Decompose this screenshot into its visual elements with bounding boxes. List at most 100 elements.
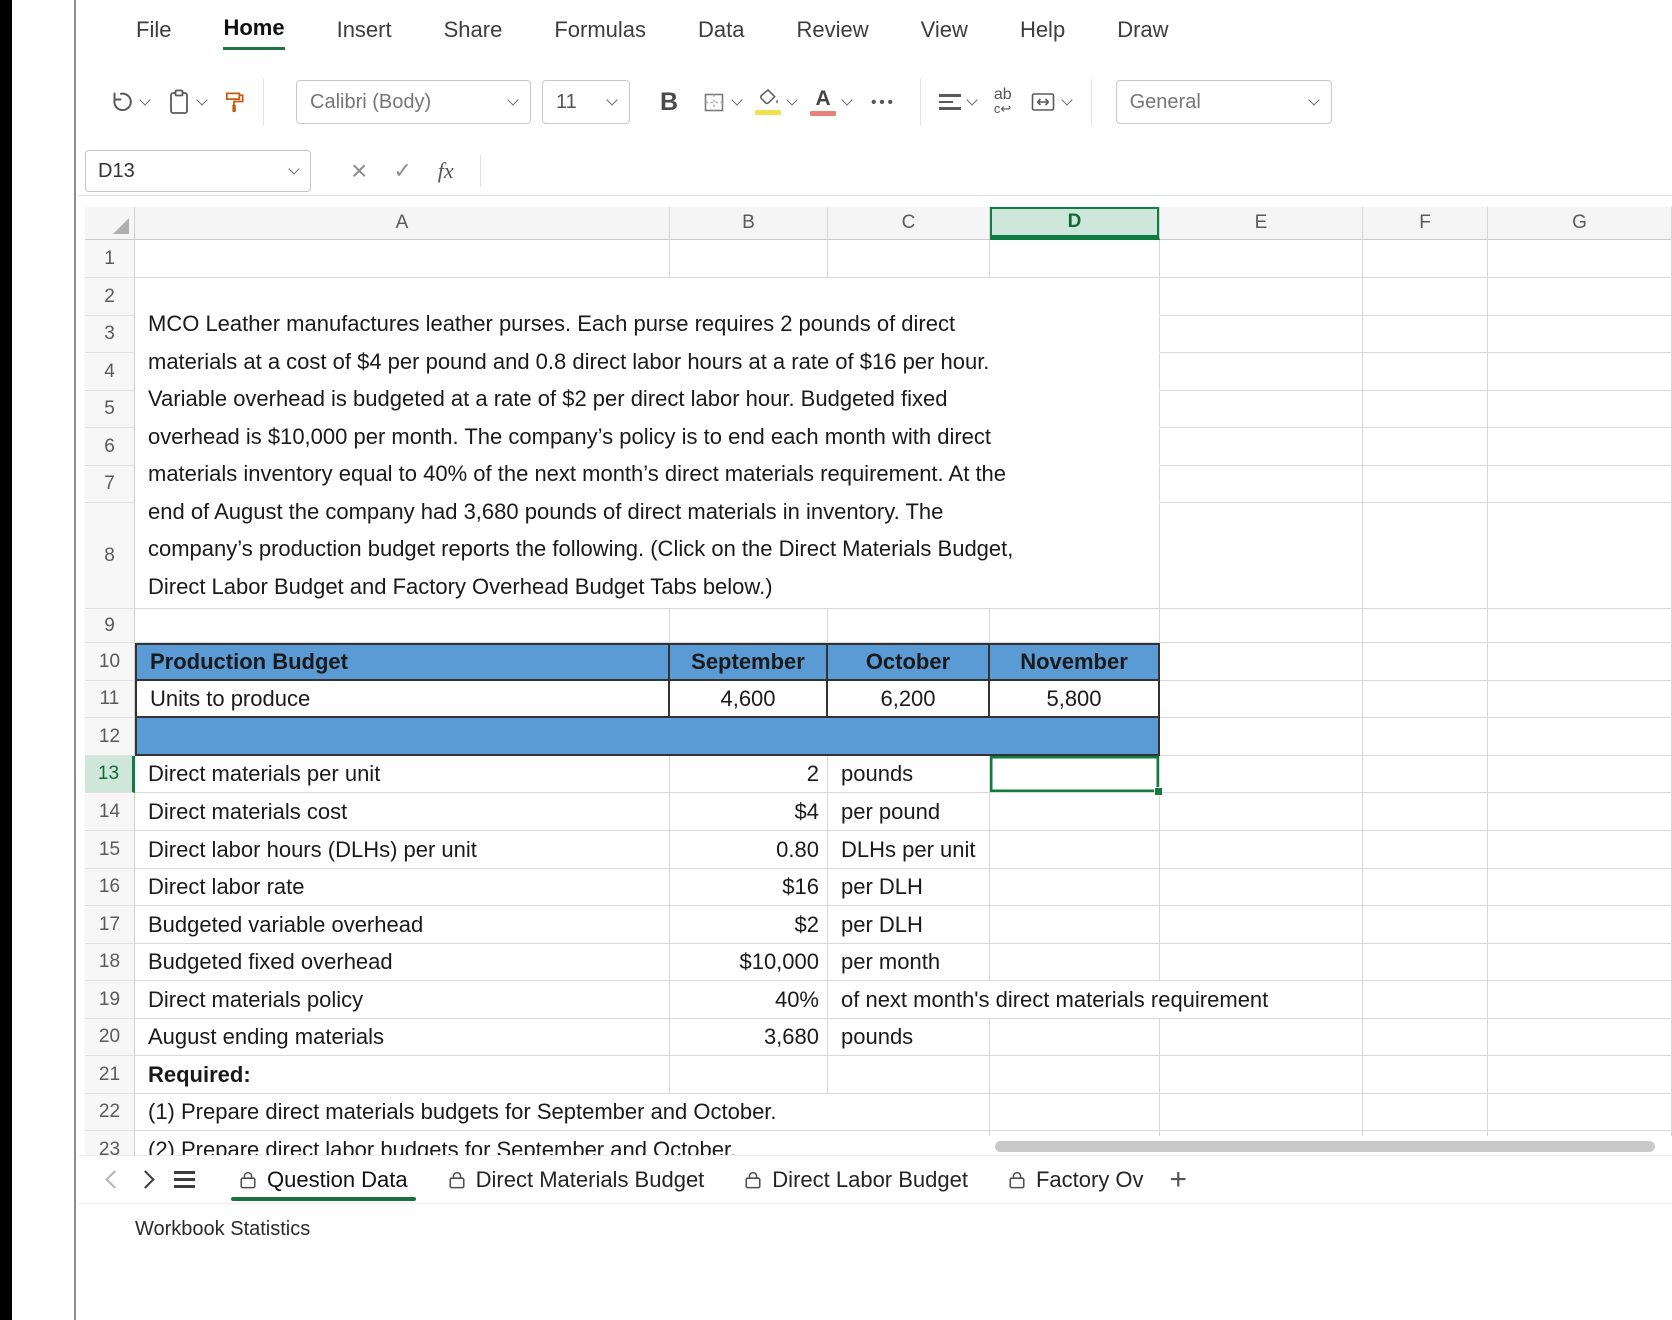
menu-item-review[interactable]: Review [771,0,895,57]
cell-C18[interactable]: per month [828,944,990,981]
cell-C15[interactable]: DLHs per unit [828,831,990,869]
cell-A13[interactable]: Direct materials per unit [135,756,670,793]
cell-D18[interactable] [990,944,1160,981]
cell-C13[interactable]: pounds [828,756,990,793]
wrap-text-button[interactable]: ab c↩ [994,87,1012,116]
fill-handle[interactable] [1154,787,1163,796]
cell-D13[interactable] [990,756,1163,796]
more-options-button[interactable]: ••• [871,94,896,111]
name-box[interactable]: D13 [85,150,311,192]
cell-G6[interactable] [1488,428,1672,466]
row-header-17[interactable]: 17 [85,906,135,944]
cell-A2[interactable] [135,278,1160,316]
cell-E10[interactable] [1160,643,1363,681]
cell-E17[interactable] [1160,906,1363,944]
cell-E22[interactable] [1160,1094,1363,1131]
cell-D20[interactable] [990,1019,1160,1056]
row-header-19[interactable]: 19 [85,981,135,1019]
cell-A7[interactable] [135,466,1160,503]
menu-item-home[interactable]: Home [197,0,310,57]
cell-F22[interactable] [1363,1094,1488,1131]
cell-G2[interactable] [1488,278,1672,316]
cell-C17[interactable]: per DLH [828,906,990,944]
cell-A15[interactable]: Direct labor hours (DLHs) per unit [135,831,670,869]
bold-button[interactable]: B [660,88,678,117]
cell-E6[interactable] [1160,428,1363,466]
menu-item-formulas[interactable]: Formulas [528,0,672,57]
cell-B17[interactable]: $2 [670,906,828,944]
cell-G20[interactable] [1488,1019,1672,1056]
column-header-E[interactable]: E [1160,207,1363,240]
cell-B13[interactable]: 2 [670,756,828,793]
cell-F6[interactable] [1363,428,1488,466]
cell-F20[interactable] [1363,1019,1488,1056]
cell-B11[interactable]: 4,600 [670,681,828,718]
row-header-21[interactable]: 21 [85,1056,135,1094]
cell-A9[interactable] [135,609,670,643]
horizontal-scrollbar[interactable] [995,1141,1655,1152]
add-sheet-button[interactable]: + [1170,1164,1188,1195]
cell-B9[interactable] [670,609,828,643]
cell-F21[interactable] [1363,1056,1488,1094]
column-header-G[interactable]: G [1488,207,1672,240]
row-header-15[interactable]: 15 [85,831,135,869]
cell-E4[interactable] [1160,353,1363,391]
cell-F13[interactable] [1363,756,1488,793]
cell-E9[interactable] [1160,609,1363,643]
font-name-select[interactable]: Calibri (Body) [296,80,531,124]
cell-E5[interactable] [1160,391,1363,428]
row-header-18[interactable]: 18 [85,944,135,981]
menu-item-view[interactable]: View [895,0,994,57]
cell-A12[interactable] [135,718,1160,756]
row-header-9[interactable]: 9 [85,609,135,643]
menu-item-data[interactable]: Data [672,0,770,57]
sheet-tab-direct-materials-budget[interactable]: Direct Materials Budget [428,1156,725,1203]
cell-C11[interactable]: 6,200 [828,681,990,718]
menu-item-file[interactable]: File [110,0,197,57]
format-painter-button[interactable] [222,90,247,115]
cell-A8[interactable] [135,503,1160,609]
cell-B19[interactable]: 40% [670,981,828,1019]
column-header-B[interactable]: B [670,207,828,240]
row-header-8[interactable]: 8 [85,503,135,609]
cell-C1[interactable] [828,240,990,278]
cancel-icon[interactable]: × [351,157,367,185]
cell-F10[interactable] [1363,643,1488,681]
cell-G1[interactable] [1488,240,1672,278]
cell-G22[interactable] [1488,1094,1672,1131]
row-header-16[interactable]: 16 [85,869,135,906]
cell-C10[interactable]: October [828,643,990,681]
cell-G18[interactable] [1488,944,1672,981]
next-sheet-icon[interactable] [136,1170,155,1189]
cell-F11[interactable] [1363,681,1488,718]
cell-G19[interactable] [1488,981,1672,1019]
cell-A3[interactable] [135,316,1160,353]
cell-C21[interactable] [828,1056,990,1094]
enter-icon[interactable]: ✓ [393,158,411,184]
merge-cells-button[interactable] [1030,90,1073,114]
cell-A11[interactable]: Units to produce [135,681,670,718]
column-header-C[interactable]: C [828,207,990,240]
column-header-D[interactable]: D [990,207,1160,240]
cell-E3[interactable] [1160,316,1363,353]
row-header-22[interactable]: 22 [85,1094,135,1131]
undo-button[interactable] [108,89,151,115]
cell-G16[interactable] [1488,869,1672,906]
cell-E2[interactable] [1160,278,1363,316]
cell-G10[interactable] [1488,643,1672,681]
row-header-6[interactable]: 6 [85,428,135,466]
cell-D14[interactable] [990,793,1160,831]
cell-B21[interactable] [670,1056,828,1094]
cell-A18[interactable]: Budgeted fixed overhead [135,944,670,981]
cell-F18[interactable] [1363,944,1488,981]
cell-A10[interactable]: Production Budget [135,643,670,681]
font-size-select[interactable]: 11 [542,80,630,124]
fill-color-button[interactable] [755,89,798,115]
cell-E7[interactable] [1160,466,1363,503]
cell-C14[interactable]: per pound [828,793,990,831]
cell-B16[interactable]: $16 [670,869,828,906]
cell-F17[interactable] [1363,906,1488,944]
cell-F16[interactable] [1363,869,1488,906]
cell-G9[interactable] [1488,609,1672,643]
cell-A14[interactable]: Direct materials cost [135,793,670,831]
